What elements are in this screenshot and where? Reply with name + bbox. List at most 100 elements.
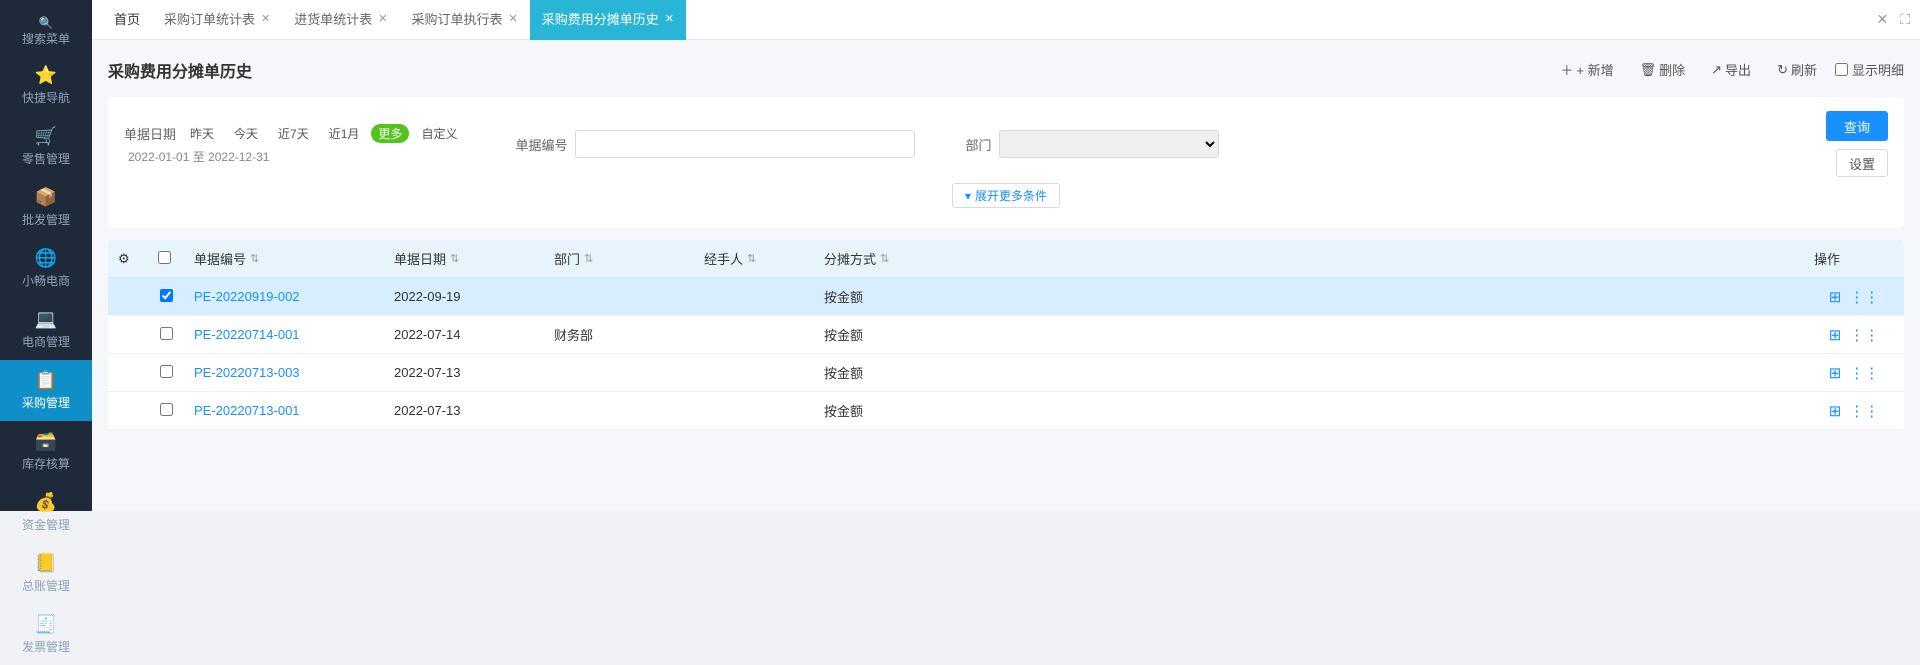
table-row: PE-20220919-002 2022-09-19 按金额 ⊞ ⋮⋮ bbox=[108, 278, 1904, 316]
today-btn[interactable]: 今天 bbox=[226, 123, 266, 144]
date-filter-buttons: 昨天 今天 近7天 近1月 更多 自定义 bbox=[182, 123, 465, 144]
sidebar-item-label: 零售管理 bbox=[22, 150, 70, 167]
tab-purchase-order-stats[interactable]: 采购订单统计表 ✕ bbox=[152, 0, 282, 40]
sidebar-item-mini-shop[interactable]: 🌐 小畅电商 bbox=[0, 238, 92, 299]
edit-icon[interactable]: ⊞ bbox=[1829, 364, 1842, 382]
edit-icon[interactable]: ⊞ bbox=[1829, 288, 1842, 306]
chevron-down-icon: ▾ bbox=[965, 189, 971, 203]
sort-doc-date-icon[interactable]: ⇅ bbox=[450, 252, 459, 265]
sidebar-item-label: 搜索菜单 bbox=[22, 30, 70, 47]
delete-icon: 🗑 bbox=[1640, 62, 1657, 78]
th-handler: 经手人 ⇅ bbox=[694, 240, 814, 278]
sort-dept-icon[interactable]: ⇅ bbox=[584, 252, 593, 265]
more-date-btn[interactable]: 更多 bbox=[371, 124, 409, 143]
sidebar-item-finance[interactable]: 💰 资金管理 bbox=[0, 482, 92, 543]
delete-button[interactable]: 🗑 删除 bbox=[1632, 56, 1694, 83]
close-window-icon[interactable]: ✕ bbox=[1876, 11, 1888, 28]
th-operation: 操作 bbox=[1804, 240, 1904, 278]
sidebar-item-wholesale[interactable]: 📦 批发管理 bbox=[0, 177, 92, 238]
doc-no-link[interactable]: PE-20220714-001 bbox=[194, 327, 300, 342]
refresh-button[interactable]: ↻ 刷新 bbox=[1769, 56, 1825, 83]
expand-label: 展开更多条件 bbox=[975, 187, 1047, 204]
row-operation-cell: ⊞ ⋮⋮ bbox=[1804, 392, 1904, 430]
sidebar-item-inventory[interactable]: 🗃️ 库存核算 bbox=[0, 421, 92, 482]
maximize-window-icon[interactable]: ⛶ bbox=[1900, 11, 1910, 28]
th-dept: 部门 ⇅ bbox=[544, 240, 694, 278]
gear-icon[interactable]: ⚙ bbox=[118, 251, 130, 266]
row-checkbox[interactable] bbox=[160, 365, 173, 378]
row-checkbox[interactable] bbox=[160, 403, 173, 416]
last7days-btn[interactable]: 近7天 bbox=[270, 123, 317, 144]
export-button[interactable]: ↗ 导出 bbox=[1703, 56, 1759, 83]
sidebar-item-label: 发票管理 bbox=[22, 638, 70, 655]
show-cols-checkbox[interactable] bbox=[1835, 63, 1848, 76]
sidebar-item-label: 采购管理 bbox=[22, 394, 70, 411]
doc-no-link[interactable]: PE-20220919-002 bbox=[194, 289, 300, 304]
add-button[interactable]: ＋ + 新增 bbox=[1552, 56, 1621, 83]
custom-date-btn[interactable]: 自定义 bbox=[413, 123, 465, 144]
more-op-icon[interactable]: ⋮⋮ bbox=[1849, 402, 1879, 420]
more-op-icon[interactable]: ⋮⋮ bbox=[1849, 326, 1879, 344]
table-header-row: ⚙ 单据编号 ⇅ bbox=[108, 240, 1904, 278]
globe-icon: 🌐 bbox=[35, 248, 57, 269]
more-op-icon[interactable]: ⋮⋮ bbox=[1849, 288, 1879, 306]
sidebar-item-ecom[interactable]: 💻 电商管理 bbox=[0, 299, 92, 360]
tab-home[interactable]: 首页 bbox=[102, 0, 152, 40]
doc-no-input[interactable] bbox=[575, 130, 915, 158]
last1month-btn[interactable]: 近1月 bbox=[321, 123, 368, 144]
edit-icon[interactable]: ⊞ bbox=[1829, 326, 1842, 344]
sort-handler-icon[interactable]: ⇅ bbox=[747, 252, 756, 265]
sidebar-item-invoice[interactable]: 🧾 发票管理 bbox=[0, 604, 92, 665]
money-icon: 💰 bbox=[35, 492, 57, 513]
row-handler-cell bbox=[694, 278, 814, 316]
sort-split-method-icon[interactable]: ⇅ bbox=[880, 252, 889, 265]
doc-no-link[interactable]: PE-20220713-001 bbox=[194, 403, 300, 418]
row-checkbox[interactable] bbox=[160, 289, 173, 302]
row-checkbox-cell bbox=[148, 392, 184, 430]
sidebar-item-label: 电商管理 bbox=[22, 333, 70, 350]
row-checkbox[interactable] bbox=[160, 327, 173, 340]
add-icon: ＋ bbox=[1560, 60, 1573, 79]
sidebar-item-label: 总账管理 bbox=[22, 577, 70, 594]
dept-select[interactable] bbox=[999, 130, 1219, 158]
expand-more-btn[interactable]: ▾ 展开更多条件 bbox=[952, 183, 1060, 208]
tab-home-label: 首页 bbox=[114, 9, 140, 28]
tab-purchase-cost-split[interactable]: 采购费用分摊单历史 ✕ bbox=[530, 0, 686, 40]
th-handler-label: 经手人 bbox=[704, 249, 743, 268]
table-row: PE-20220714-001 2022-07-14 财务部 按金额 ⊞ ⋮⋮ bbox=[108, 316, 1904, 354]
row-split-method-cell: 按金额 bbox=[814, 354, 1804, 392]
edit-icon[interactable]: ⊞ bbox=[1829, 402, 1842, 420]
query-button[interactable]: 查询 bbox=[1826, 111, 1888, 141]
invoice-icon: 🧾 bbox=[35, 614, 57, 635]
tab-inbound-stats[interactable]: 进货单统计表 ✕ bbox=[282, 0, 399, 40]
data-table: ⚙ 单据编号 ⇅ bbox=[108, 240, 1904, 430]
th-dept-label: 部门 bbox=[554, 249, 580, 268]
sidebar-item-ledger[interactable]: 📒 总账管理 bbox=[0, 543, 92, 604]
show-cols-label: 显示明细 bbox=[1852, 60, 1904, 79]
show-cols-checkbox-label[interactable]: 显示明细 bbox=[1835, 60, 1904, 79]
tab-purchase-order-exec[interactable]: 采购订单执行表 ✕ bbox=[399, 0, 529, 40]
tab-close-icon[interactable]: ✕ bbox=[378, 12, 387, 25]
yesterday-btn[interactable]: 昨天 bbox=[182, 123, 222, 144]
tab-close-icon[interactable]: ✕ bbox=[261, 12, 270, 25]
expand-row: ▾ 展开更多条件 bbox=[124, 177, 1888, 214]
dept-label: 部门 bbox=[965, 135, 991, 154]
row-handler-cell bbox=[694, 392, 814, 430]
sidebar-item-retail[interactable]: 🛒 零售管理 bbox=[0, 116, 92, 177]
select-all-checkbox[interactable] bbox=[158, 251, 171, 264]
setting-button[interactable]: 设置 bbox=[1836, 149, 1888, 177]
tab-close-icon[interactable]: ✕ bbox=[509, 12, 518, 25]
row-operation-cell: ⊞ ⋮⋮ bbox=[1804, 316, 1904, 354]
sort-doc-no-icon[interactable]: ⇅ bbox=[250, 252, 259, 265]
row-split-method-cell: 按金额 bbox=[814, 278, 1804, 316]
sidebar: 🔍 搜索菜单 ⭐ 快捷导航 🛒 零售管理 📦 批发管理 🌐 小畅电商 💻 电商管… bbox=[0, 0, 92, 511]
sidebar-item-purchase[interactable]: 📋 采购管理 bbox=[0, 360, 92, 421]
sidebar-item-quick-nav[interactable]: ⭐ 快捷导航 bbox=[0, 55, 92, 116]
sidebar-item-search[interactable]: 🔍 搜索菜单 bbox=[0, 8, 92, 55]
doc-no-link[interactable]: PE-20220713-003 bbox=[194, 365, 300, 380]
th-doc-date-label: 单据日期 bbox=[394, 249, 446, 268]
more-op-icon[interactable]: ⋮⋮ bbox=[1849, 364, 1879, 382]
row-operation-cell: ⊞ ⋮⋮ bbox=[1804, 354, 1904, 392]
sidebar-item-label: 库存核算 bbox=[22, 455, 70, 472]
tab-close-icon[interactable]: ✕ bbox=[665, 12, 674, 25]
